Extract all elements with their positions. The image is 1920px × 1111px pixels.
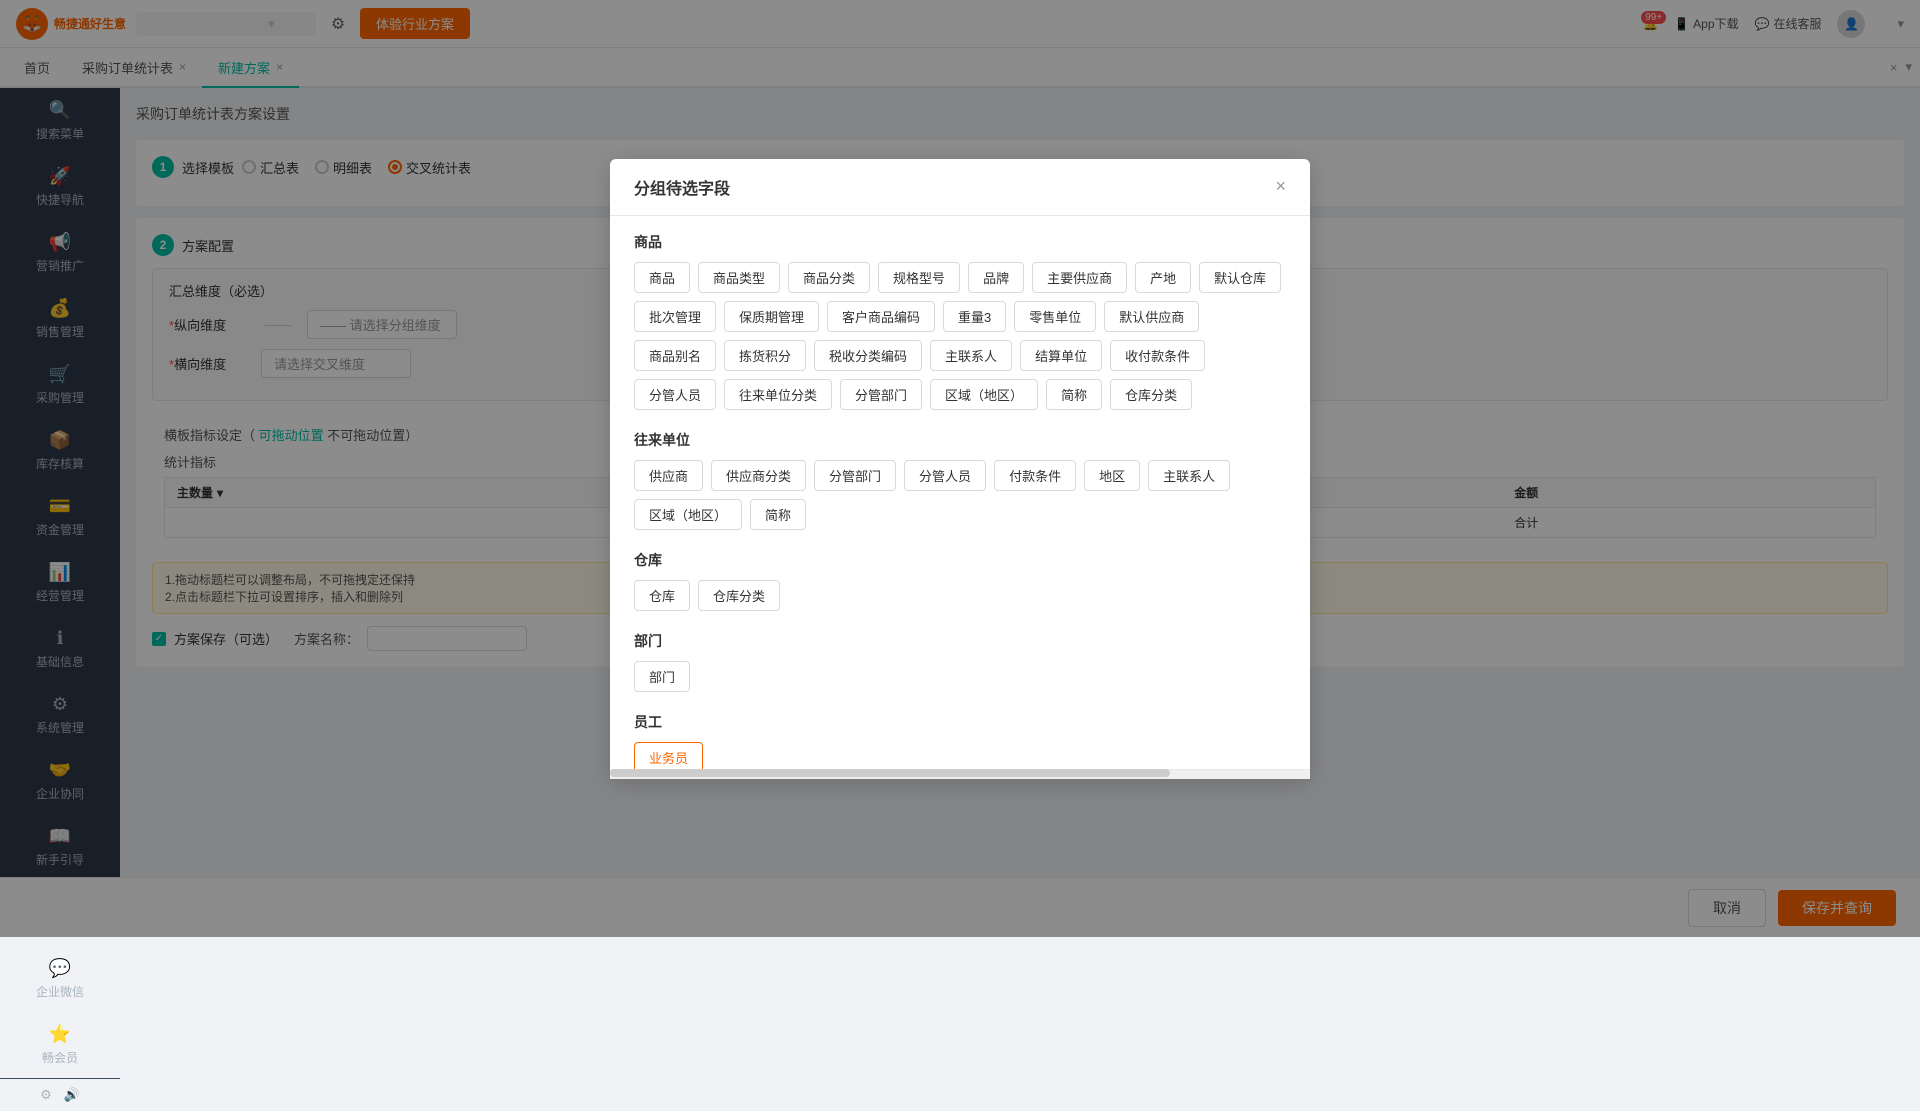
modal: 分组待选字段 × 商品 商品 商品类型 商品分类 规格型号 品牌 主要供应商 产… xyxy=(610,159,1310,779)
sidebar-item-member[interactable]: ⭐ 畅会员 xyxy=(0,1012,120,1078)
sidebar-item-wechat-label: 企业微信 xyxy=(36,983,84,1000)
field-tag-customer-code[interactable]: 客户商品编码 xyxy=(827,301,935,332)
field-tag-default-warehouse[interactable]: 默认仓库 xyxy=(1199,262,1281,293)
field-tag-region[interactable]: 区域（地区） xyxy=(930,379,1038,410)
field-tag-main-contact[interactable]: 主联系人 xyxy=(930,340,1012,371)
field-tag-salesperson[interactable]: 业务员 xyxy=(634,742,703,770)
field-tags-dept: 部门 xyxy=(634,661,1286,692)
modal-close-button[interactable]: × xyxy=(1275,176,1286,197)
sidebar-item-member-label: 畅会员 xyxy=(42,1049,78,1066)
field-tag-default-supplier[interactable]: 默认供应商 xyxy=(1104,301,1199,332)
field-tag-supplier[interactable]: 供应商 xyxy=(634,460,703,491)
member-icon: ⭐ xyxy=(49,1024,71,1045)
modal-body[interactable]: 商品 商品 商品类型 商品分类 规格型号 品牌 主要供应商 产地 默认仓库 批次… xyxy=(610,216,1310,770)
sidebar-settings-icon[interactable]: ⚙ xyxy=(40,1087,52,1103)
field-group-staff-title: 员工 xyxy=(634,712,1286,732)
scrollbar-thumb-horizontal xyxy=(610,769,1170,777)
field-tag-supplier-category[interactable]: 供应商分类 xyxy=(711,460,806,491)
field-tag-warehouse[interactable]: 仓库 xyxy=(634,580,690,611)
field-tag-shelf-life[interactable]: 保质期管理 xyxy=(724,301,819,332)
field-tag-partner-region[interactable]: 区域（地区） xyxy=(634,499,742,530)
modal-overlay: 分组待选字段 × 商品 商品 商品类型 商品分类 规格型号 品牌 主要供应商 产… xyxy=(0,0,1920,937)
sidebar-bottom: ⚙ 🔊 xyxy=(0,1078,120,1111)
field-tag-partner-category[interactable]: 往来单位分类 xyxy=(724,379,832,410)
field-tag-pick-points[interactable]: 拣货积分 xyxy=(724,340,806,371)
field-tag-batch-mgmt[interactable]: 批次管理 xyxy=(634,301,716,332)
field-group-warehouse: 仓库 仓库 仓库分类 xyxy=(634,550,1286,611)
field-tag-warehouse-cat[interactable]: 仓库分类 xyxy=(698,580,780,611)
field-tag-abbr[interactable]: 简称 xyxy=(1046,379,1102,410)
field-tag-goods[interactable]: 商品 xyxy=(634,262,690,293)
field-group-goods-title: 商品 xyxy=(634,232,1286,252)
wechat-icon: 💬 xyxy=(49,958,71,979)
field-tag-supervisor[interactable]: 分管人员 xyxy=(634,379,716,410)
field-tags-staff: 业务员 xyxy=(634,742,1286,770)
field-tag-payment-terms[interactable]: 收付款条件 xyxy=(1110,340,1205,371)
field-group-dept-title: 部门 xyxy=(634,631,1286,651)
field-tag-goods-alias[interactable]: 商品别名 xyxy=(634,340,716,371)
field-tag-partner-contact[interactable]: 主联系人 xyxy=(1148,460,1230,491)
field-tag-origin[interactable]: 产地 xyxy=(1135,262,1191,293)
field-group-partner: 往来单位 供应商 供应商分类 分管部门 分管人员 付款条件 地区 主联系人 区域… xyxy=(634,430,1286,530)
modal-title: 分组待选字段 xyxy=(634,175,730,199)
field-tag-settlement-unit[interactable]: 结算单位 xyxy=(1020,340,1102,371)
field-tag-partner-supervisor[interactable]: 分管人员 xyxy=(904,460,986,491)
field-group-warehouse-title: 仓库 xyxy=(634,550,1286,570)
field-tag-main-supplier[interactable]: 主要供应商 xyxy=(1032,262,1127,293)
field-tag-dept-managed[interactable]: 分管部门 xyxy=(840,379,922,410)
field-tag-partner-area[interactable]: 地区 xyxy=(1084,460,1140,491)
field-tag-goods-category[interactable]: 商品分类 xyxy=(788,262,870,293)
field-tag-goods-type[interactable]: 商品类型 xyxy=(698,262,780,293)
field-tag-partner-payment[interactable]: 付款条件 xyxy=(994,460,1076,491)
field-tag-partner-dept[interactable]: 分管部门 xyxy=(814,460,896,491)
field-tags-warehouse: 仓库 仓库分类 xyxy=(634,580,1286,611)
field-group-goods: 商品 商品 商品类型 商品分类 规格型号 品牌 主要供应商 产地 默认仓库 批次… xyxy=(634,232,1286,410)
sidebar-volume-icon[interactable]: 🔊 xyxy=(64,1087,80,1103)
modal-header: 分组待选字段 × xyxy=(610,159,1310,216)
field-group-dept: 部门 部门 xyxy=(634,631,1286,692)
field-tag-tax-code[interactable]: 税收分类编码 xyxy=(814,340,922,371)
field-tags-goods: 商品 商品类型 商品分类 规格型号 品牌 主要供应商 产地 默认仓库 批次管理 … xyxy=(634,262,1286,410)
field-tag-retail-unit[interactable]: 零售单位 xyxy=(1014,301,1096,332)
field-group-partner-title: 往来单位 xyxy=(634,430,1286,450)
field-tag-brand[interactable]: 品牌 xyxy=(968,262,1024,293)
field-tag-partner-abbr[interactable]: 简称 xyxy=(750,499,806,530)
field-tags-partner: 供应商 供应商分类 分管部门 分管人员 付款条件 地区 主联系人 区域（地区） … xyxy=(634,460,1286,530)
field-tag-spec-model[interactable]: 规格型号 xyxy=(878,262,960,293)
field-tag-weight[interactable]: 重量3 xyxy=(943,301,1006,332)
sidebar-item-wechat[interactable]: 💬 企业微信 xyxy=(0,946,120,1012)
field-tag-warehouse-category[interactable]: 仓库分类 xyxy=(1110,379,1192,410)
modal-scrollbar-horizontal[interactable] xyxy=(610,769,1310,778)
field-tag-dept[interactable]: 部门 xyxy=(634,661,690,692)
field-group-staff: 员工 业务员 xyxy=(634,712,1286,770)
